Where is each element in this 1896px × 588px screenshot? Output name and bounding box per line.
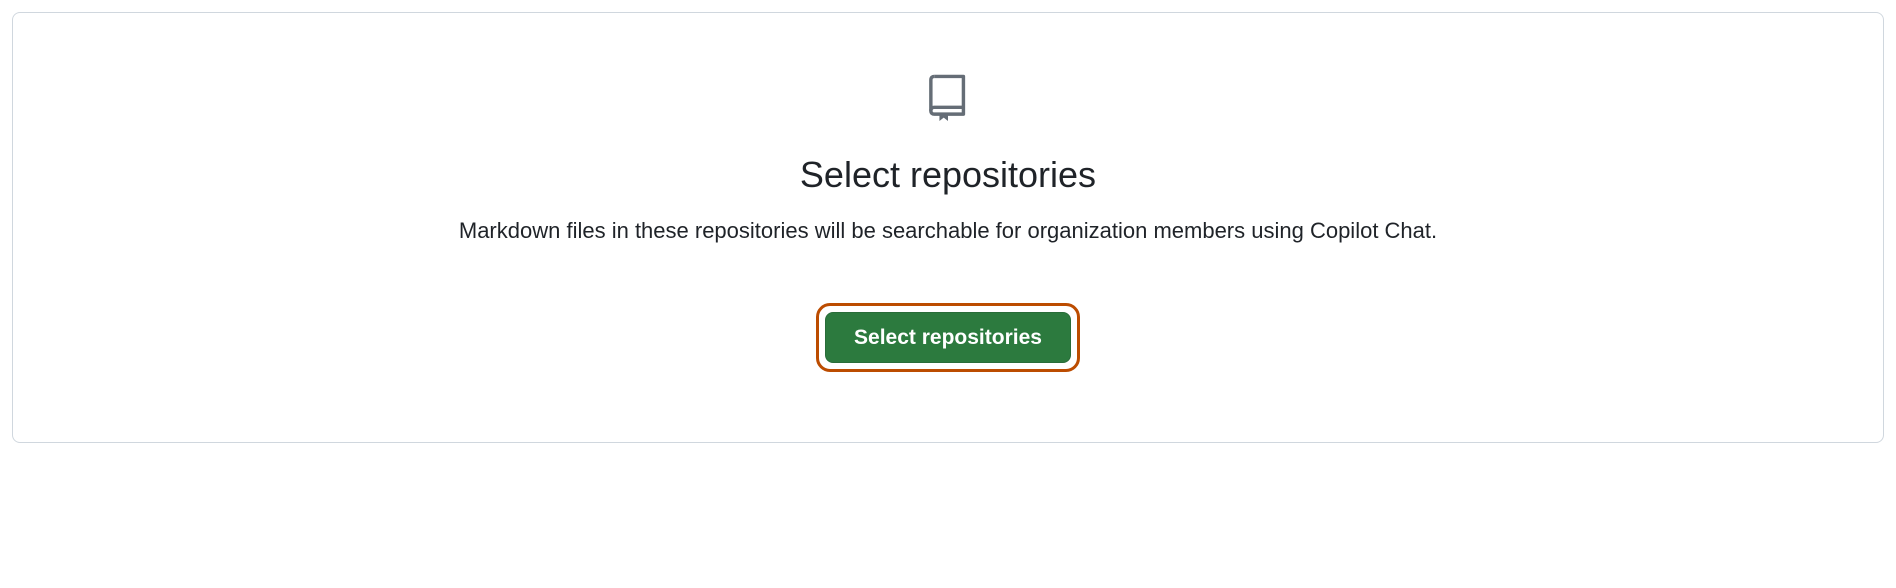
select-repositories-button[interactable]: Select repositories: [825, 312, 1071, 363]
panel-heading: Select repositories: [800, 154, 1096, 196]
panel-description: Markdown files in these repositories wil…: [459, 216, 1437, 247]
button-highlight-outline: Select repositories: [816, 303, 1080, 372]
repository-icon: [927, 73, 969, 126]
select-repositories-panel: Select repositories Markdown files in th…: [12, 12, 1884, 443]
